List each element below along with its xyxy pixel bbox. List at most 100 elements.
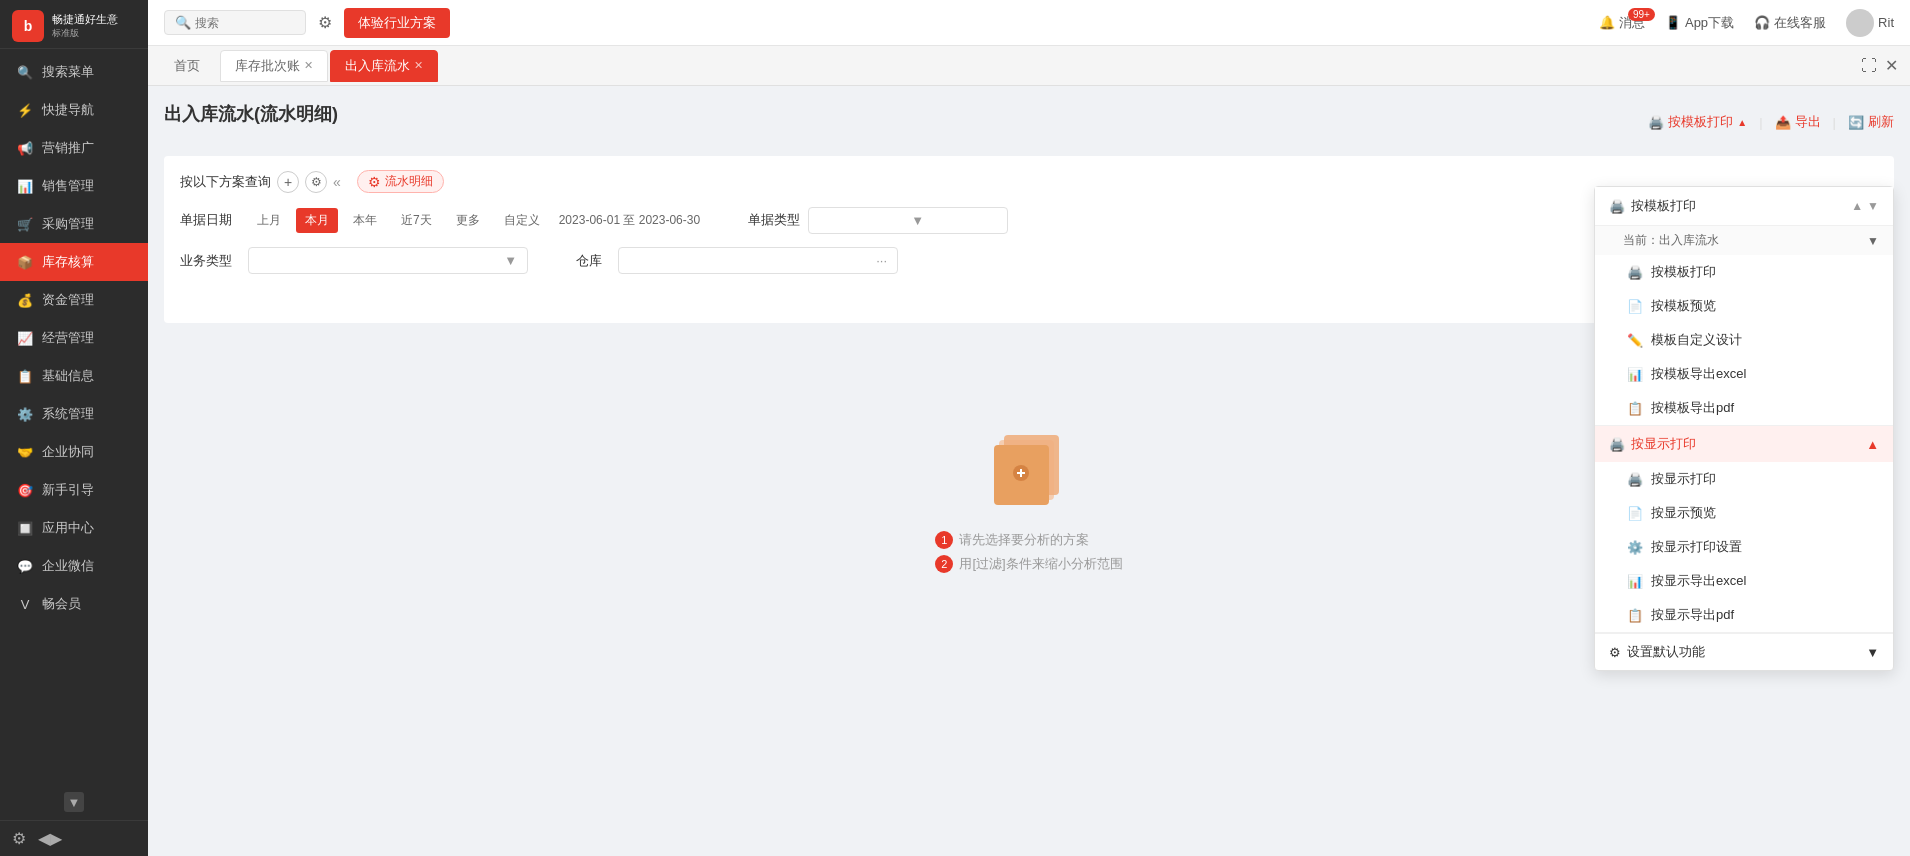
tip-num-1: 1 bbox=[935, 531, 953, 549]
empty-tip-2: 2 用[过滤]条件来缩小分析范围 bbox=[935, 555, 1122, 573]
sidebar-collapse-button[interactable]: ◀▶ bbox=[38, 829, 62, 848]
app-download-button[interactable]: 📱 App下载 bbox=[1665, 14, 1734, 32]
notifications-button[interactable]: 🔔 消息 99+ bbox=[1599, 14, 1645, 32]
tip-text-1: 请先选择要分析的方案 bbox=[959, 531, 1089, 549]
industry-btn[interactable]: 体验行业方案 bbox=[344, 8, 450, 38]
sidebar-item-label: 资金管理 bbox=[42, 291, 94, 309]
filter-add-button[interactable]: + bbox=[277, 171, 299, 193]
sidebar-item-label: 快捷导航 bbox=[42, 101, 94, 119]
chevron-down-icon: ▼ bbox=[911, 213, 997, 228]
sidebar-item-operation[interactable]: 📈 经营管理 bbox=[0, 319, 148, 357]
date-btn-more[interactable]: 更多 bbox=[447, 208, 489, 233]
sidebar-settings-button[interactable]: ⚙ bbox=[12, 829, 26, 848]
search-input[interactable] bbox=[195, 16, 295, 30]
chevron-down-dropdown[interactable]: ▼ bbox=[1867, 199, 1879, 213]
sidebar-item-search[interactable]: 🔍 搜索菜单 bbox=[0, 53, 148, 91]
pdf-icon: 📋 bbox=[1627, 401, 1643, 416]
chevron-up-dropdown[interactable]: ▲ bbox=[1851, 199, 1863, 213]
sidebar-item-enterprise[interactable]: 🤝 企业协同 bbox=[0, 433, 148, 471]
display-pdf-item[interactable]: 📋 按显示导出pdf bbox=[1595, 598, 1893, 632]
sidebar-item-guide[interactable]: 🎯 新手引导 bbox=[0, 471, 148, 509]
filter-settings-button[interactable]: ⚙ bbox=[305, 171, 327, 193]
empty-state-icon bbox=[979, 415, 1079, 515]
dropdown-current-item[interactable]: 当前：出入库流水 ▼ bbox=[1595, 226, 1893, 255]
online-service-button[interactable]: 🎧 在线客服 bbox=[1754, 14, 1826, 32]
template-custom-item[interactable]: ✏️ 模板自定义设计 bbox=[1595, 323, 1893, 357]
tab-maximize-icon[interactable]: ⛶ bbox=[1861, 57, 1877, 75]
display-settings-item[interactable]: ⚙️ 按显示打印设置 bbox=[1595, 530, 1893, 564]
sidebar-item-marketing[interactable]: 📢 营销推广 bbox=[0, 129, 148, 167]
business-type-label: 业务类型 bbox=[180, 252, 232, 270]
purchase-icon: 🛒 bbox=[16, 215, 34, 233]
doc-type-field[interactable]: ▼ bbox=[808, 207, 1008, 234]
display-section-header[interactable]: 🖨️ 按显示打印 ▲ bbox=[1595, 426, 1893, 462]
print-template-button[interactable]: 🖨️ 按模板打印 ▲ bbox=[1648, 113, 1747, 131]
printer-icon: 🖨️ bbox=[1648, 115, 1664, 130]
template-print-item[interactable]: 🖨️ 按模板打印 bbox=[1595, 255, 1893, 289]
tab-close-all-icon[interactable]: ✕ bbox=[1885, 56, 1898, 75]
main-content: 🔍 ⚙ 体验行业方案 🔔 消息 99+ 📱 App下载 🎧 在线客服 bbox=[148, 0, 1910, 856]
filter-collapse-icon[interactable]: « bbox=[333, 174, 341, 190]
toolbar-separator2: | bbox=[1833, 115, 1836, 130]
inventory-icon: 📦 bbox=[16, 253, 34, 271]
date-btn-this-month[interactable]: 本月 bbox=[296, 208, 338, 233]
sidebar-item-label: 应用中心 bbox=[42, 519, 94, 537]
headset-icon: 🎧 bbox=[1754, 15, 1770, 30]
sidebar-item-sales[interactable]: 📊 销售管理 bbox=[0, 167, 148, 205]
sidebar-item-app-center[interactable]: 🔲 应用中心 bbox=[0, 509, 148, 547]
template-pdf-item[interactable]: 📋 按模板导出pdf bbox=[1595, 391, 1893, 425]
export-label: 导出 bbox=[1795, 113, 1821, 131]
sidebar-item-inventory[interactable]: 📦 库存核算 bbox=[0, 243, 148, 281]
doc-type-label: 单据类型 bbox=[748, 211, 800, 229]
sidebar-item-finance[interactable]: 💰 资金管理 bbox=[0, 281, 148, 319]
chevron-down-footer: ▼ bbox=[1866, 645, 1879, 660]
sidebar-item-purchase[interactable]: 🛒 采购管理 bbox=[0, 205, 148, 243]
dropdown-footer[interactable]: ⚙ 设置默认功能 ▼ bbox=[1595, 633, 1893, 670]
template-preview-item[interactable]: 📄 按模板预览 bbox=[1595, 289, 1893, 323]
tab-active-close[interactable]: ✕ bbox=[414, 59, 423, 72]
tip-num-2: 2 bbox=[935, 555, 953, 573]
operation-icon: 📈 bbox=[16, 329, 34, 347]
date-group: 上月 本月 本年 近7天 更多 自定义 2023-06-01 至 2023-06… bbox=[248, 208, 700, 233]
sidebar-item-basic[interactable]: 📋 基础信息 bbox=[0, 357, 148, 395]
display-excel-item[interactable]: 📊 按显示导出excel bbox=[1595, 564, 1893, 598]
search-box[interactable]: 🔍 bbox=[164, 10, 306, 35]
display-print-item[interactable]: 🖨️ 按显示打印 bbox=[1595, 462, 1893, 496]
filter-tag[interactable]: ⚙ 流水明细 bbox=[357, 170, 444, 193]
edit-icon: ✏️ bbox=[1627, 333, 1643, 348]
date-btn-custom[interactable]: 自定义 bbox=[495, 208, 549, 233]
topbar-settings-icon[interactable]: ⚙ bbox=[314, 9, 336, 36]
sidebar-item-wechat[interactable]: 💬 企业微信 bbox=[0, 547, 148, 585]
tab-batch[interactable]: 库存批次账 ✕ bbox=[220, 50, 328, 82]
chevron-up-icon: ▲ bbox=[1737, 117, 1747, 128]
settings-footer-icon: ⚙ bbox=[1609, 645, 1621, 660]
tab-active[interactable]: 出入库流水 ✕ bbox=[330, 50, 438, 82]
sidebar-item-label: 经营管理 bbox=[42, 329, 94, 347]
warehouse-field[interactable]: ··· bbox=[618, 247, 898, 274]
warehouse-label: 仓库 bbox=[576, 252, 602, 270]
sidebar-item-quick-nav[interactable]: ⚡ 快捷导航 bbox=[0, 91, 148, 129]
export-button[interactable]: 📤 导出 bbox=[1775, 113, 1821, 131]
date-btn-this-year[interactable]: 本年 bbox=[344, 208, 386, 233]
template-excel-item[interactable]: 📊 按模板导出excel bbox=[1595, 357, 1893, 391]
tab-home[interactable]: 首页 bbox=[160, 51, 214, 81]
print-icon: 🖨️ bbox=[1609, 199, 1625, 214]
refresh-button[interactable]: 🔄 刷新 bbox=[1848, 113, 1894, 131]
user-avatar-area[interactable]: Rit bbox=[1846, 9, 1894, 37]
dropdown-header: 🖨️ 按模板打印 ▲ ▼ bbox=[1595, 187, 1893, 226]
tab-batch-close[interactable]: ✕ bbox=[304, 59, 313, 72]
date-btn-last-month[interactable]: 上月 bbox=[248, 208, 290, 233]
filter-actions: 按以下方案查询 + ⚙ « bbox=[180, 171, 341, 193]
printer-icon3: 🖨️ bbox=[1609, 437, 1625, 452]
dropdown-arrows: ▲ ▼ bbox=[1851, 199, 1879, 213]
sidebar-scroll-down[interactable]: ▼ bbox=[64, 792, 84, 812]
sidebar-item-vip[interactable]: V 畅会员 bbox=[0, 585, 148, 623]
app-logo-icon: b bbox=[12, 10, 44, 42]
business-type-field[interactable]: ▼ bbox=[248, 247, 528, 274]
sidebar-item-label: 企业协同 bbox=[42, 443, 94, 461]
display-preview-item[interactable]: 📄 按显示预览 bbox=[1595, 496, 1893, 530]
sidebar-item-system[interactable]: ⚙️ 系统管理 bbox=[0, 395, 148, 433]
date-btn-7days[interactable]: 近7天 bbox=[392, 208, 441, 233]
toolbar-separator: | bbox=[1759, 115, 1762, 130]
sidebar-item-label: 销售管理 bbox=[42, 177, 94, 195]
